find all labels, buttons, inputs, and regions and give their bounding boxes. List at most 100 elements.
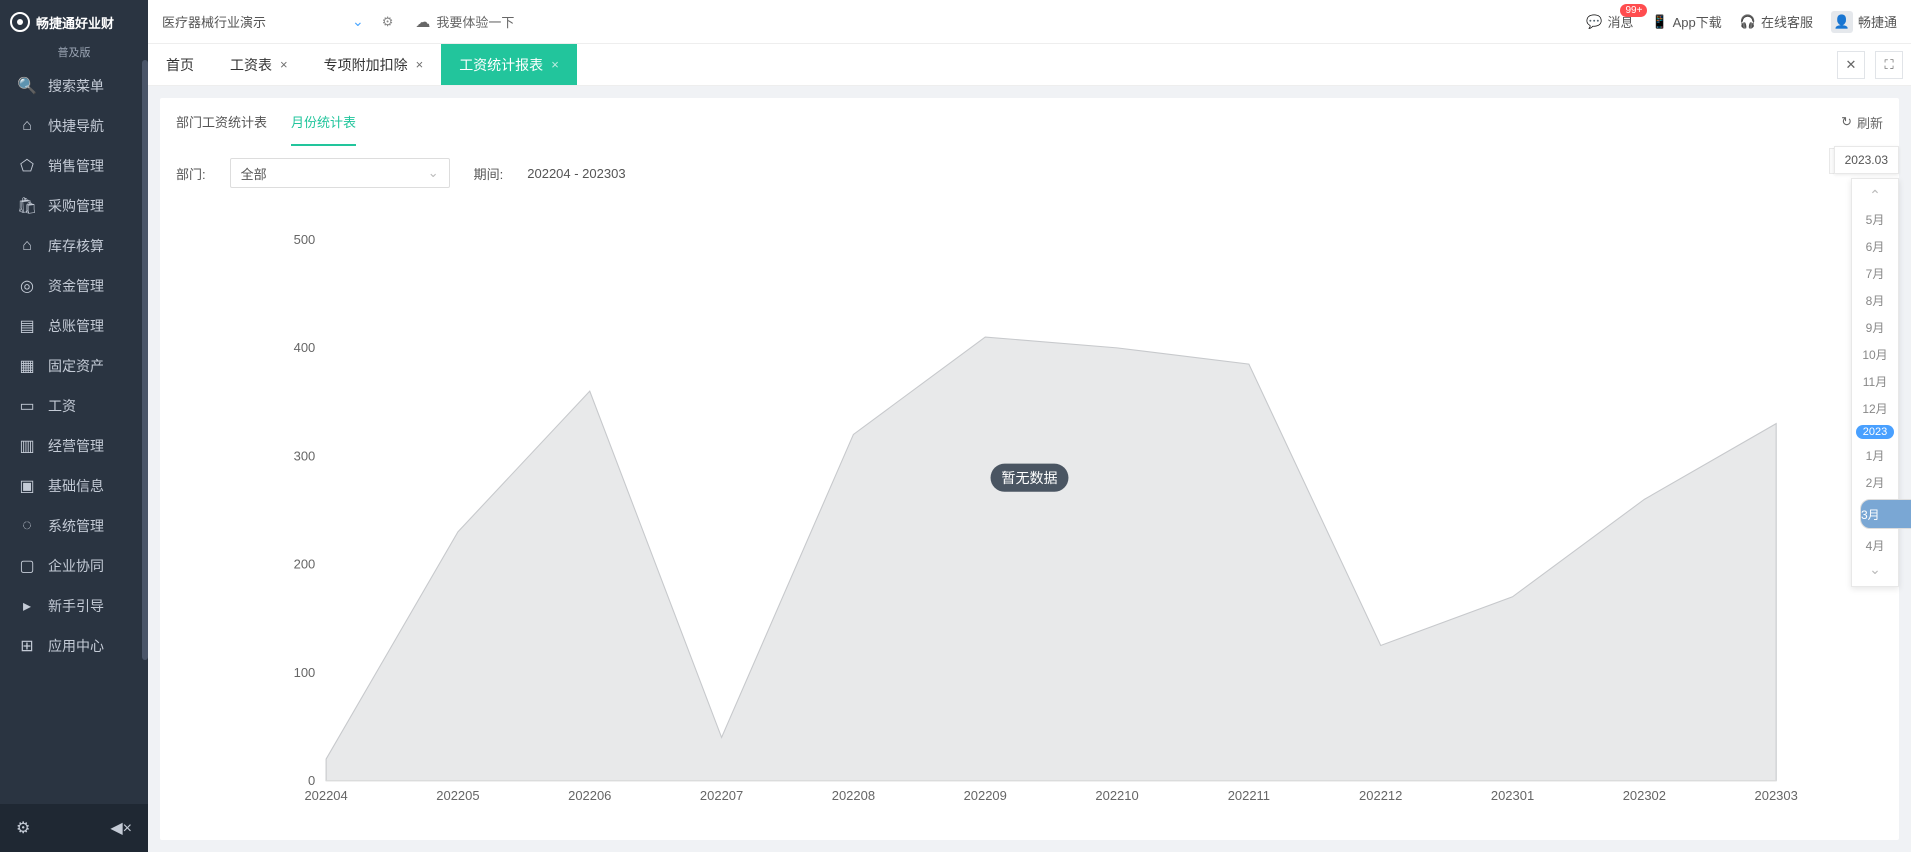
- tag-icon: ⬠: [18, 157, 36, 175]
- org-name: 医疗器械行业演示: [162, 12, 342, 31]
- tab-label: 专项附加扣除: [324, 55, 408, 75]
- sidebar-item-10[interactable]: ▣基础信息: [0, 466, 148, 506]
- month-picker-item[interactable]: 7月: [1852, 260, 1898, 287]
- sidebar-item-11[interactable]: ◌系统管理: [0, 506, 148, 546]
- sidebar-item-4[interactable]: ⌂ 库存核算: [0, 226, 148, 266]
- biz-icon: ▥: [18, 437, 36, 455]
- month-picker-item[interactable]: 9月: [1852, 314, 1898, 341]
- sidebar-item-6[interactable]: ▤总账管理: [0, 306, 148, 346]
- avatar-icon: 👤: [1831, 11, 1853, 33]
- report-subtabs: 部门工资统计表月份统计表 ↻ 刷新: [160, 98, 1899, 146]
- month-picker-item[interactable]: 1月: [1852, 442, 1898, 469]
- topbar: 医疗器械行业演示 ⌄ ⚙ ☁ 我要体验一下 💬消息99+ 📱App下载 🎧在线客服 👤…: [148, 0, 1911, 44]
- sidebar-item-9[interactable]: ▥ 经营管理: [0, 426, 148, 466]
- badge: 99+: [1620, 4, 1647, 17]
- fullscreen-button[interactable]: ⛶: [1875, 51, 1903, 79]
- search-icon: 🔍: [18, 77, 36, 95]
- close-all-tabs-button[interactable]: ✕: [1837, 51, 1865, 79]
- content-area: 部门工资统计表月份统计表 ↻ 刷新 部门: 全部 ⌄ 期间: 202204 - …: [148, 86, 1911, 852]
- collab-icon: ▢: [18, 557, 36, 575]
- month-picker-item[interactable]: 12月: [1852, 395, 1898, 422]
- topbar-cs[interactable]: 🎧在线客服: [1740, 12, 1813, 31]
- svg-text:202212: 202212: [1359, 788, 1402, 803]
- month-picker-header[interactable]: 2023.03: [1834, 146, 1899, 174]
- bag-icon: 🛍: [18, 197, 36, 215]
- subtab-1[interactable]: 月份统计表: [291, 98, 356, 146]
- month-picker-item[interactable]: 6月: [1852, 233, 1898, 260]
- sidebar-item-label: 快捷导航: [48, 116, 104, 136]
- month-picker-down-icon[interactable]: ⌄: [1852, 559, 1898, 580]
- svg-text:暂无数据: 暂无数据: [1001, 470, 1057, 486]
- sidebar: 畅捷通好业财 普及版 🔍搜索菜单⌂快捷导航⬠销售管理🛍采购管理⌂库存核算◎资金管…: [0, 0, 148, 852]
- svg-text:202301: 202301: [1491, 788, 1534, 803]
- sidebar-item-5[interactable]: ◎资金管理: [0, 266, 148, 306]
- close-icon[interactable]: ×: [551, 57, 559, 72]
- sidebar-item-label: 库存核算: [48, 236, 104, 256]
- tab-2[interactable]: 专项附加扣除 ×: [306, 44, 442, 85]
- sidebar-item-label: 系统管理: [48, 516, 104, 536]
- month-picker-year: 2023: [1856, 425, 1894, 439]
- month-picker-panel: ⌃ 5月6月7月8月9月10月11月12月20231月2月3月4月⌄: [1851, 178, 1899, 587]
- apps-icon: ⊞: [18, 637, 36, 655]
- topbar-msg[interactable]: 💬消息99+: [1586, 12, 1633, 31]
- sidebar-item-14[interactable]: ⊞应用中心: [0, 626, 148, 666]
- refresh-button[interactable]: ↻ 刷新: [1841, 113, 1883, 132]
- user-menu[interactable]: 👤畅捷通: [1831, 11, 1897, 33]
- settings-icon[interactable]: ⚙: [16, 818, 30, 838]
- topbar-app[interactable]: 📱App下载: [1651, 12, 1721, 31]
- tabbar: 首页工资表×专项附加扣除×工资统计报表× ✕ ⛶: [148, 44, 1911, 86]
- sidebar-item-label: 工资: [48, 396, 76, 416]
- sidebar-item-8[interactable]: ▭工资: [0, 386, 148, 426]
- month-picker-item[interactable]: 11月: [1852, 368, 1898, 395]
- close-icon[interactable]: ×: [280, 57, 288, 72]
- subtab-0[interactable]: 部门工资统计表: [176, 98, 267, 146]
- org-settings-icon[interactable]: ⚙: [382, 14, 394, 30]
- sidebar-item-0[interactable]: 🔍搜索菜单: [0, 66, 148, 106]
- brand-icon: [10, 12, 30, 32]
- report-card: 部门工资统计表月份统计表 ↻ 刷新 部门: 全部 ⌄ 期间: 202204 - …: [160, 98, 1899, 840]
- brand-name: 畅捷通好业财: [36, 13, 114, 32]
- tab-3[interactable]: 工资统计报表×: [441, 44, 577, 85]
- sidebar-item-7[interactable]: ▦固定资产: [0, 346, 148, 386]
- sidebar-item-label: 总账管理: [48, 316, 104, 336]
- sidebar-item-2[interactable]: ⬠销售管理: [0, 146, 148, 186]
- tab-0[interactable]: 首页: [148, 44, 212, 85]
- sidebar-item-3[interactable]: 🛍采购管理: [0, 186, 148, 226]
- try-demo-label: 我要体验一下: [436, 12, 514, 31]
- org-selector[interactable]: 医疗器械行业演示 ⌄: [162, 12, 364, 31]
- month-picker-up-icon[interactable]: ⌃: [1852, 185, 1898, 206]
- info-icon: ▣: [18, 477, 36, 495]
- cs-icon: 🎧: [1740, 14, 1756, 30]
- tab-1[interactable]: 工资表×: [212, 44, 306, 85]
- month-picker-item[interactable]: 5月: [1852, 206, 1898, 233]
- sidebar-item-label: 资金管理: [48, 276, 104, 296]
- svg-text:202207: 202207: [700, 788, 743, 803]
- svg-text:500: 500: [294, 232, 316, 247]
- box-icon: ⌂: [18, 237, 36, 255]
- month-picker-item[interactable]: 4月: [1852, 532, 1898, 559]
- svg-text:202302: 202302: [1623, 788, 1666, 803]
- sidebar-item-label: 经营管理: [48, 436, 104, 456]
- period-label: 期间:: [474, 164, 504, 183]
- guide-icon: ▸: [18, 597, 36, 615]
- sidebar-item-13[interactable]: ▸新手引导: [0, 586, 148, 626]
- cloud-icon: ☁: [415, 13, 430, 31]
- month-picker-item[interactable]: 8月: [1852, 287, 1898, 314]
- dept-select[interactable]: 全部 ⌄: [230, 158, 450, 188]
- sidebar-item-label: 固定资产: [48, 356, 104, 376]
- month-picker-item[interactable]: 2月: [1852, 469, 1898, 496]
- sidebar-item-12[interactable]: ▢ 企业协同: [0, 546, 148, 586]
- close-icon[interactable]: ×: [416, 57, 424, 72]
- tab-label: 首页: [166, 55, 194, 75]
- sidebar-item-label: 企业协同: [48, 556, 104, 576]
- month-picker-item[interactable]: 3月: [1860, 499, 1911, 529]
- sidebar-item-1[interactable]: ⌂ 快捷导航: [0, 106, 148, 146]
- svg-text:202303: 202303: [1755, 788, 1798, 803]
- chart-area: 0100200300400500202204202205202206202207…: [176, 218, 1883, 824]
- svg-text:0: 0: [308, 773, 315, 788]
- home-icon: ⌂: [18, 117, 36, 135]
- try-demo-link[interactable]: ☁ 我要体验一下: [415, 12, 514, 31]
- period-value: 202204 - 202303: [527, 166, 625, 181]
- collapse-sidebar-icon[interactable]: ◀×: [110, 818, 132, 838]
- month-picker-item[interactable]: 10月: [1852, 341, 1898, 368]
